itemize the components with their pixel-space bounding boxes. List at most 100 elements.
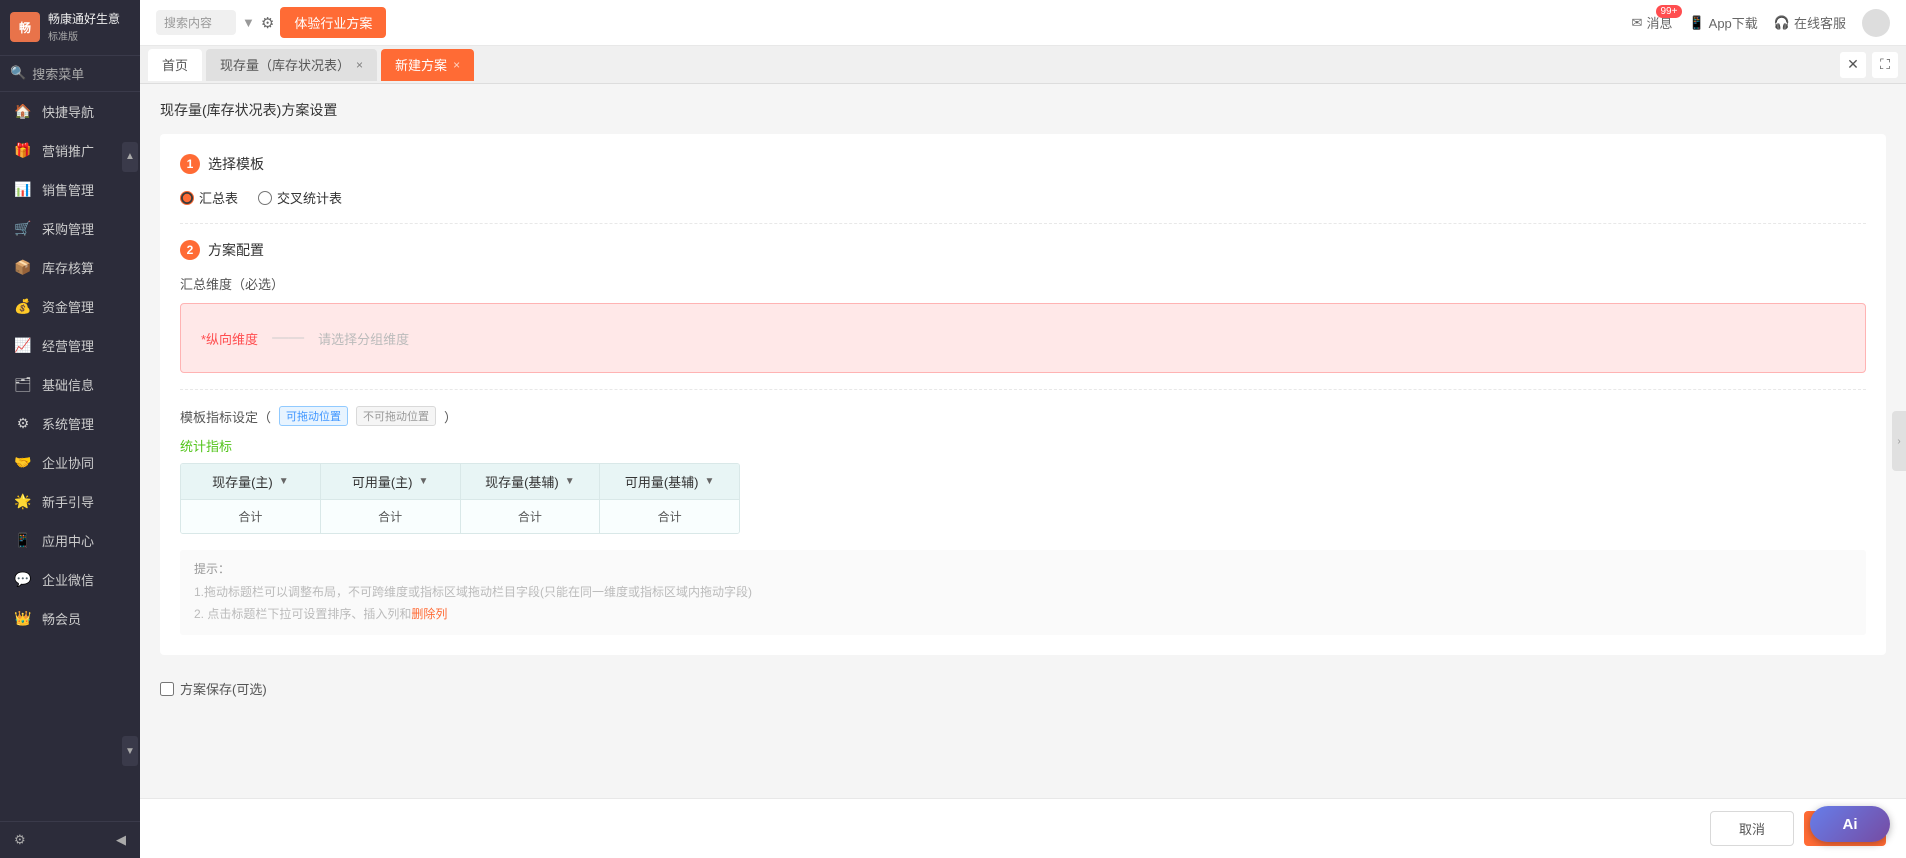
logo-badge: 标准版 [48, 28, 120, 43]
sidebar-item-system[interactable]: ⚙ 系统管理 [0, 404, 140, 443]
app-download-label: App下载 [1709, 13, 1758, 32]
search-menu[interactable]: 🔍 搜索菜单 [0, 56, 140, 92]
cancel-button[interactable]: 取消 [1710, 811, 1794, 846]
sidebar-item-inventory[interactable]: 📦 库存核算 [0, 248, 140, 287]
footer-bar: 取消 查询 [140, 798, 1906, 858]
metrics-config-text: 模板指标设定（ [180, 407, 271, 426]
scheme-panel: 1 选择模板 汇总表 交叉统计表 2 方案配置 汇总维度（必选） [160, 134, 1886, 655]
msg-icon: ✉ [1632, 15, 1643, 31]
page-title: 现存量(库存状况表)方案设置 [160, 100, 1886, 120]
sidebar-item-finance[interactable]: 💰 资金管理 [0, 287, 140, 326]
msg-btn[interactable]: ✉ 消息 99+ [1632, 13, 1673, 32]
sidebar-item-label: 销售管理 [42, 180, 94, 199]
topbar-right: ✉ 消息 99+ 📱 App下载 🎧 在线客服 [1632, 9, 1890, 37]
sidebar-item-label: 快捷导航 [42, 102, 94, 121]
sidebar-item-quick-nav[interactable]: 🏠 快捷导航 [0, 92, 140, 131]
gear-icon[interactable]: ⚙ [261, 14, 274, 32]
sidebar-item-enterprise-wechat[interactable]: 💬 企业微信 [0, 560, 140, 599]
section2-header: 2 方案配置 [180, 240, 1866, 260]
stats-col-2[interactable]: 可用量(主) ▼ [321, 464, 461, 499]
sidebar-item-operations[interactable]: 📈 经营管理 [0, 326, 140, 365]
section1-num: 1 [180, 154, 200, 174]
online-support-btn[interactable]: 🎧 在线客服 [1774, 13, 1846, 32]
finance-icon: 💰 [14, 297, 32, 315]
sidebar-item-label: 新手引导 [42, 492, 94, 511]
tab-inventory-close[interactable]: × [356, 58, 363, 72]
template-cross-option[interactable]: 交叉统计表 [258, 188, 342, 207]
tab-inventory-label: 现存量（库存状况表） [220, 55, 350, 74]
logo-icon: 畅 [10, 12, 40, 42]
ai-button[interactable]: Ai [1810, 806, 1890, 842]
system-icon: ⚙ [14, 414, 32, 432]
wechat-icon: 💬 [14, 570, 32, 588]
collapse-icon[interactable]: ◀ [116, 832, 126, 848]
non-draggable-badge: 不可拖动位置 [356, 406, 436, 426]
sales-icon: 📊 [14, 180, 32, 198]
trial-btn[interactable]: 体验行业方案 [280, 7, 386, 38]
section2-num: 2 [180, 240, 200, 260]
sidebar-item-label: 畅会员 [42, 609, 81, 628]
stats-table: 现存量(主) ▼ 可用量(主) ▼ 现存量(基辅) ▼ 可用量(基辅) [180, 463, 740, 534]
sidebar-logo: 畅 畅康通好生意 标准版 [0, 0, 140, 56]
stats-cell-1-4: 合计 [600, 499, 739, 533]
new-guide-icon: 🌟 [14, 492, 32, 510]
save-checkbox[interactable] [160, 682, 174, 696]
stats-section-title: 统计指标 [180, 436, 1866, 455]
sidebar-item-basic-info[interactable]: 🗂 基础信息 [0, 365, 140, 404]
sidebar-item-marketing[interactable]: 🎁 营销推广 [0, 131, 140, 170]
metrics-config-label: 模板指标设定（ 可拖动位置 不可拖动位置 ） [180, 406, 1866, 426]
stats-cell-1-3: 合计 [461, 499, 601, 533]
sidebar-item-label: 企业协同 [42, 453, 94, 472]
quick-nav-icon: 🏠 [14, 102, 32, 120]
online-support-label: 在线客服 [1794, 13, 1846, 32]
template-cross-radio[interactable] [258, 191, 272, 205]
tab-inventory[interactable]: 现存量（库存状况表） × [206, 49, 377, 81]
topbar-search-input[interactable]: 搜索内容 [156, 10, 236, 35]
dim-vertical-label: *纵向维度 [201, 329, 258, 348]
sidebar-item-purchase[interactable]: 🛒 采购管理 [0, 209, 140, 248]
sidebar-bottom: ⚙ ◀ [0, 821, 140, 858]
tips-item-2: 2. 点击标题栏下拉可设置排序、插入列和删除列 [194, 604, 1852, 626]
sidebar-item-app-center[interactable]: 📱 应用中心 [0, 521, 140, 560]
sidebar-item-label: 基础信息 [42, 375, 94, 394]
sidebar-scroll-down[interactable]: ▼ [122, 736, 138, 766]
sidebar-item-new-guide[interactable]: 🌟 新手引导 [0, 482, 140, 521]
app-download-btn[interactable]: 📱 App下载 [1688, 13, 1757, 32]
stats-col-4[interactable]: 可用量(基辅) ▼ [600, 464, 739, 499]
tab-new-scheme[interactable]: 新建方案 × [381, 49, 474, 81]
mobile-icon: 📱 [1688, 15, 1704, 31]
headset-icon: 🎧 [1774, 15, 1790, 31]
dim-area[interactable]: *纵向维度 —— 请选择分组维度 [180, 303, 1866, 373]
tab-home[interactable]: 首页 [148, 49, 202, 81]
template-cross-label: 交叉统计表 [277, 188, 342, 207]
tab-expand-btn[interactable]: ⛶ [1872, 52, 1898, 78]
section1-title: 选择模板 [208, 154, 264, 174]
sidebar-item-sales[interactable]: 📊 销售管理 [0, 170, 140, 209]
stats-col-1-dropdown[interactable]: ▼ [279, 476, 289, 487]
stats-col-2-dropdown[interactable]: ▼ [419, 476, 429, 487]
member-icon: 👑 [14, 609, 32, 627]
msg-badge: 99+ [1656, 5, 1683, 18]
sidebar-item-enterprise[interactable]: 🤝 企业协同 [0, 443, 140, 482]
sidebar-scroll-up[interactable]: ▲ [122, 142, 138, 172]
metrics-config-suffix: ） [444, 407, 457, 426]
tab-new-scheme-close[interactable]: × [453, 58, 460, 72]
stats-col-1[interactable]: 现存量(主) ▼ [181, 464, 321, 499]
template-summary-radio[interactable] [180, 191, 194, 205]
template-summary-option[interactable]: 汇总表 [180, 188, 238, 207]
marketing-icon: 🎁 [14, 141, 32, 159]
sidebar-item-label: 系统管理 [42, 414, 94, 433]
tab-new-scheme-label: 新建方案 [395, 55, 447, 74]
tips-title: 提示： [194, 560, 1852, 577]
settings-icon[interactable]: ⚙ [14, 832, 26, 848]
stats-header-row: 现存量(主) ▼ 可用量(主) ▼ 现存量(基辅) ▼ 可用量(基辅) [181, 464, 739, 499]
stats-col-3[interactable]: 现存量(基辅) ▼ [461, 464, 601, 499]
sidebar-item-member[interactable]: 👑 畅会员 [0, 599, 140, 638]
user-avatar[interactable] [1862, 9, 1890, 37]
stats-col-4-dropdown[interactable]: ▼ [705, 476, 715, 487]
ai-label: Ai [1843, 816, 1858, 833]
stats-col-3-dropdown[interactable]: ▼ [565, 476, 575, 487]
dropdown-arrow-icon: ▼ [242, 15, 255, 30]
tab-collapse-btn[interactable]: ✕ [1840, 52, 1866, 78]
right-sidebar-toggle[interactable]: › [1892, 411, 1906, 471]
